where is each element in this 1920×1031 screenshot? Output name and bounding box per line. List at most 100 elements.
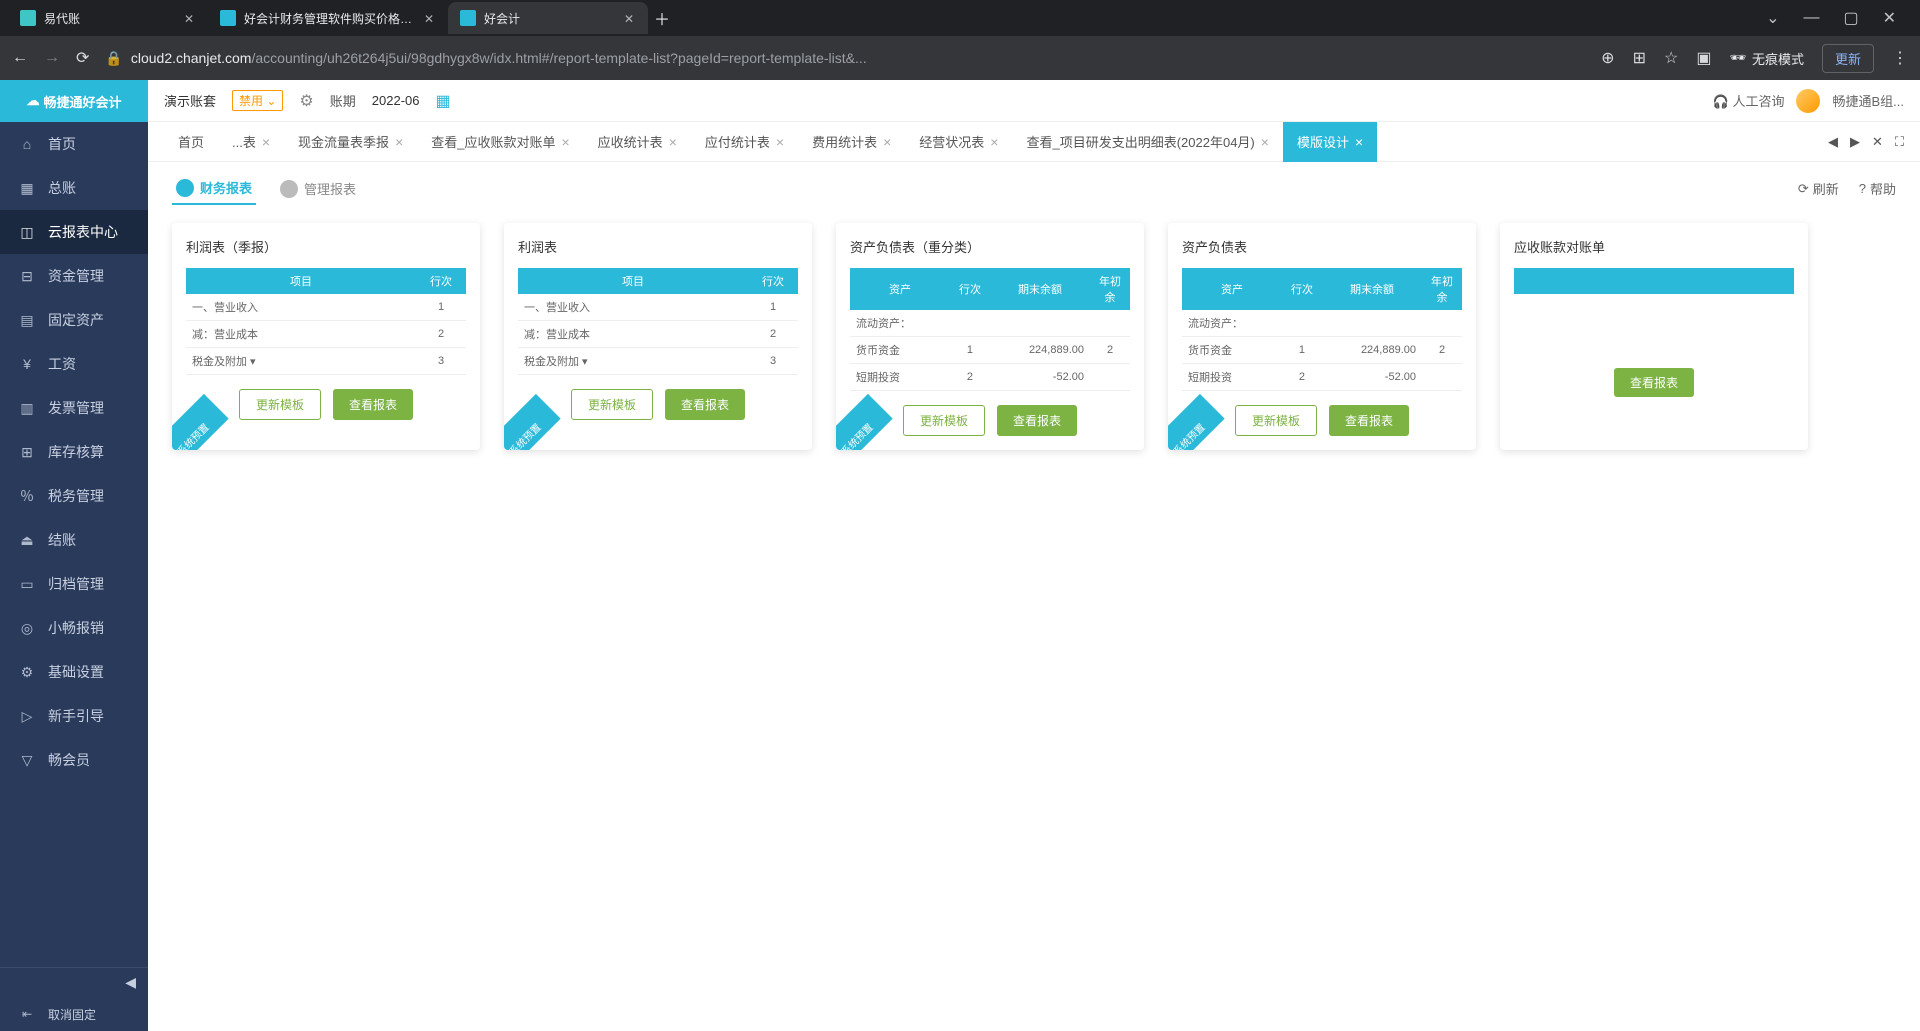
maximize-icon[interactable]: ▢ bbox=[1843, 8, 1858, 28]
sidebar-item-inventory[interactable]: ⊞库存核算 bbox=[0, 430, 148, 474]
close-icon[interactable]: × bbox=[561, 134, 569, 150]
menu-icon[interactable]: ⋮ bbox=[1892, 48, 1908, 68]
close-icon[interactable]: × bbox=[1261, 134, 1269, 150]
status-badge[interactable]: 禁用 ⌄ bbox=[232, 90, 283, 111]
sidebar-item-label: 发票管理 bbox=[48, 398, 104, 418]
sidebar-item-settings[interactable]: ⚙基础设置 bbox=[0, 650, 148, 694]
view-report-button[interactable]: 查看报表 bbox=[665, 389, 745, 420]
bookmark-icon[interactable]: ▣ bbox=[1696, 48, 1711, 68]
extensions-icon[interactable]: ⊞ bbox=[1633, 48, 1646, 68]
sidebar-collapse-toggle[interactable]: ◀ bbox=[0, 968, 148, 997]
chart-icon: ◫ bbox=[18, 223, 36, 241]
update-template-button[interactable]: 更新模板 bbox=[903, 405, 985, 436]
reload-icon[interactable]: ⟳ bbox=[76, 48, 89, 68]
sidebar-item-archive[interactable]: ▭归档管理 bbox=[0, 562, 148, 606]
forward-icon[interactable]: → bbox=[44, 49, 60, 67]
sidebar-item-reports[interactable]: ◫ 云报表中心 bbox=[0, 210, 148, 254]
browser-tab[interactable]: 好会计财务管理软件购买价格及... ✕ bbox=[208, 2, 448, 34]
app-tab[interactable]: 应收统计表× bbox=[584, 122, 691, 162]
close-icon[interactable]: × bbox=[776, 134, 784, 150]
help-button[interactable]: ? 帮助 bbox=[1859, 179, 1896, 198]
sidebar-item-label: 税务管理 bbox=[48, 486, 104, 506]
avatar[interactable] bbox=[1796, 89, 1820, 113]
chevron-down-icon[interactable]: ⌄ bbox=[1766, 8, 1779, 28]
card-title: 利润表 bbox=[518, 237, 798, 256]
sidebar-item-home[interactable]: ⌂首页 bbox=[0, 122, 148, 166]
calendar-icon[interactable]: ▦ bbox=[436, 91, 451, 111]
view-report-button[interactable]: 查看报表 bbox=[1329, 405, 1409, 436]
view-report-button[interactable]: 查看报表 bbox=[1614, 368, 1694, 397]
support-link[interactable]: 🎧 人工咨询 bbox=[1713, 91, 1785, 110]
refresh-button[interactable]: ⟳ 刷新 bbox=[1798, 179, 1839, 198]
zoom-icon[interactable]: ⊕ bbox=[1601, 48, 1614, 68]
app-tab[interactable]: 查看_项目研发支出明细表(2022年04月)× bbox=[1012, 122, 1282, 162]
new-tab-button[interactable]: ＋ bbox=[648, 4, 676, 32]
view-report-button[interactable]: 查看报表 bbox=[997, 405, 1077, 436]
card-title: 利润表（季报） bbox=[186, 237, 466, 256]
period-value[interactable]: 2022-06 bbox=[372, 93, 420, 108]
report-card: 资产负债表（重分类） 资产行次期末余额年初余 流动资产： 货币资金1224,88… bbox=[836, 223, 1144, 450]
sidebar-item-label: 基础设置 bbox=[48, 662, 104, 682]
close-icon[interactable]: × bbox=[883, 134, 891, 150]
sidebar-item-close[interactable]: ⏏结账 bbox=[0, 518, 148, 562]
minimize-icon[interactable]: — bbox=[1803, 9, 1819, 27]
sidebar-item-label: 云报表中心 bbox=[48, 222, 118, 242]
account-name[interactable]: 演示账套 bbox=[164, 91, 216, 110]
star-icon[interactable]: ☆ bbox=[1664, 48, 1678, 68]
tabs-prev-icon[interactable]: ◀ bbox=[1828, 134, 1838, 150]
card-actions: 查看报表 bbox=[1514, 368, 1794, 397]
app-tab[interactable]: 现金流量表季报× bbox=[284, 122, 417, 162]
close-icon[interactable]: ✕ bbox=[184, 12, 196, 24]
favicon-icon bbox=[20, 10, 36, 26]
app-tab[interactable]: 应付统计表× bbox=[691, 122, 798, 162]
update-template-button[interactable]: 更新模板 bbox=[571, 389, 653, 420]
card-actions: 更新模板 查看报表 bbox=[850, 405, 1130, 436]
user-name[interactable]: 畅捷通B组... bbox=[1832, 91, 1904, 110]
sidebar-unpin[interactable]: ⇤ 取消固定 bbox=[0, 997, 148, 1031]
report-card: 应收账款对账单 查看报表 bbox=[1500, 223, 1808, 450]
update-template-button[interactable]: 更新模板 bbox=[1235, 405, 1317, 436]
update-template-button[interactable]: 更新模板 bbox=[239, 389, 321, 420]
sidebar-item-funds[interactable]: ⊟资金管理 bbox=[0, 254, 148, 298]
sidebar-item-member[interactable]: ▽畅会员 bbox=[0, 738, 148, 782]
sidebar-item-expense[interactable]: ◎小畅报销 bbox=[0, 606, 148, 650]
pin-icon: ⇤ bbox=[18, 1005, 36, 1023]
browser-tab[interactable]: 易代账 ✕ bbox=[8, 2, 208, 34]
app-tab[interactable]: 查看_应收账款对账单× bbox=[417, 122, 583, 162]
sidebar-item-guide[interactable]: ▷新手引导 bbox=[0, 694, 148, 738]
url-bar[interactable]: 🔒 cloud2.chanjet.com/accounting/uh26t264… bbox=[105, 50, 1585, 67]
sidebar-item-assets[interactable]: ▤固定资产 bbox=[0, 298, 148, 342]
top-right: 🎧 人工咨询 畅捷通B组... bbox=[1713, 89, 1904, 113]
view-report-button[interactable]: 查看报表 bbox=[333, 389, 413, 420]
sub-tab-finance[interactable]: 财务报表 bbox=[172, 172, 256, 205]
sub-tab-manage[interactable]: 管理报表 bbox=[276, 173, 360, 204]
update-button[interactable]: 更新 bbox=[1822, 44, 1874, 73]
card-title: 应收账款对账单 bbox=[1514, 237, 1794, 256]
sidebar-item-tax[interactable]: ％税务管理 bbox=[0, 474, 148, 518]
sidebar-item-ledger[interactable]: ▦总账 bbox=[0, 166, 148, 210]
close-icon[interactable]: × bbox=[262, 134, 270, 150]
close-icon[interactable]: ✕ bbox=[424, 12, 436, 24]
close-icon[interactable]: × bbox=[990, 134, 998, 150]
app-tab[interactable]: ...表× bbox=[218, 122, 284, 162]
report-icon bbox=[280, 180, 298, 198]
sidebar-item-invoice[interactable]: ▥发票管理 bbox=[0, 386, 148, 430]
app-tab-home[interactable]: 首页 bbox=[164, 122, 218, 162]
close-icon[interactable]: × bbox=[669, 134, 677, 150]
close-icon[interactable]: × bbox=[1355, 134, 1363, 150]
browser-tab-active[interactable]: 好会计 ✕ bbox=[448, 2, 648, 34]
sidebar-item-salary[interactable]: ¥工资 bbox=[0, 342, 148, 386]
app-tab[interactable]: 费用统计表× bbox=[798, 122, 905, 162]
close-icon[interactable]: ✕ bbox=[624, 12, 636, 24]
play-icon: ▷ bbox=[18, 707, 36, 725]
home-icon: ⌂ bbox=[18, 135, 36, 153]
tabs-next-icon[interactable]: ▶ bbox=[1850, 134, 1860, 150]
close-icon[interactable]: × bbox=[395, 134, 403, 150]
back-icon[interactable]: ← bbox=[12, 49, 28, 67]
gear-icon[interactable]: ⚙ bbox=[299, 91, 313, 111]
tabs-close-all-icon[interactable]: ✕ bbox=[1872, 134, 1883, 150]
fullscreen-icon[interactable]: ⛶ bbox=[1895, 134, 1904, 150]
close-window-icon[interactable]: ✕ bbox=[1883, 8, 1896, 28]
app-tab-active[interactable]: 模版设计× bbox=[1283, 122, 1377, 162]
app-tab[interactable]: 经营状况表× bbox=[905, 122, 1012, 162]
